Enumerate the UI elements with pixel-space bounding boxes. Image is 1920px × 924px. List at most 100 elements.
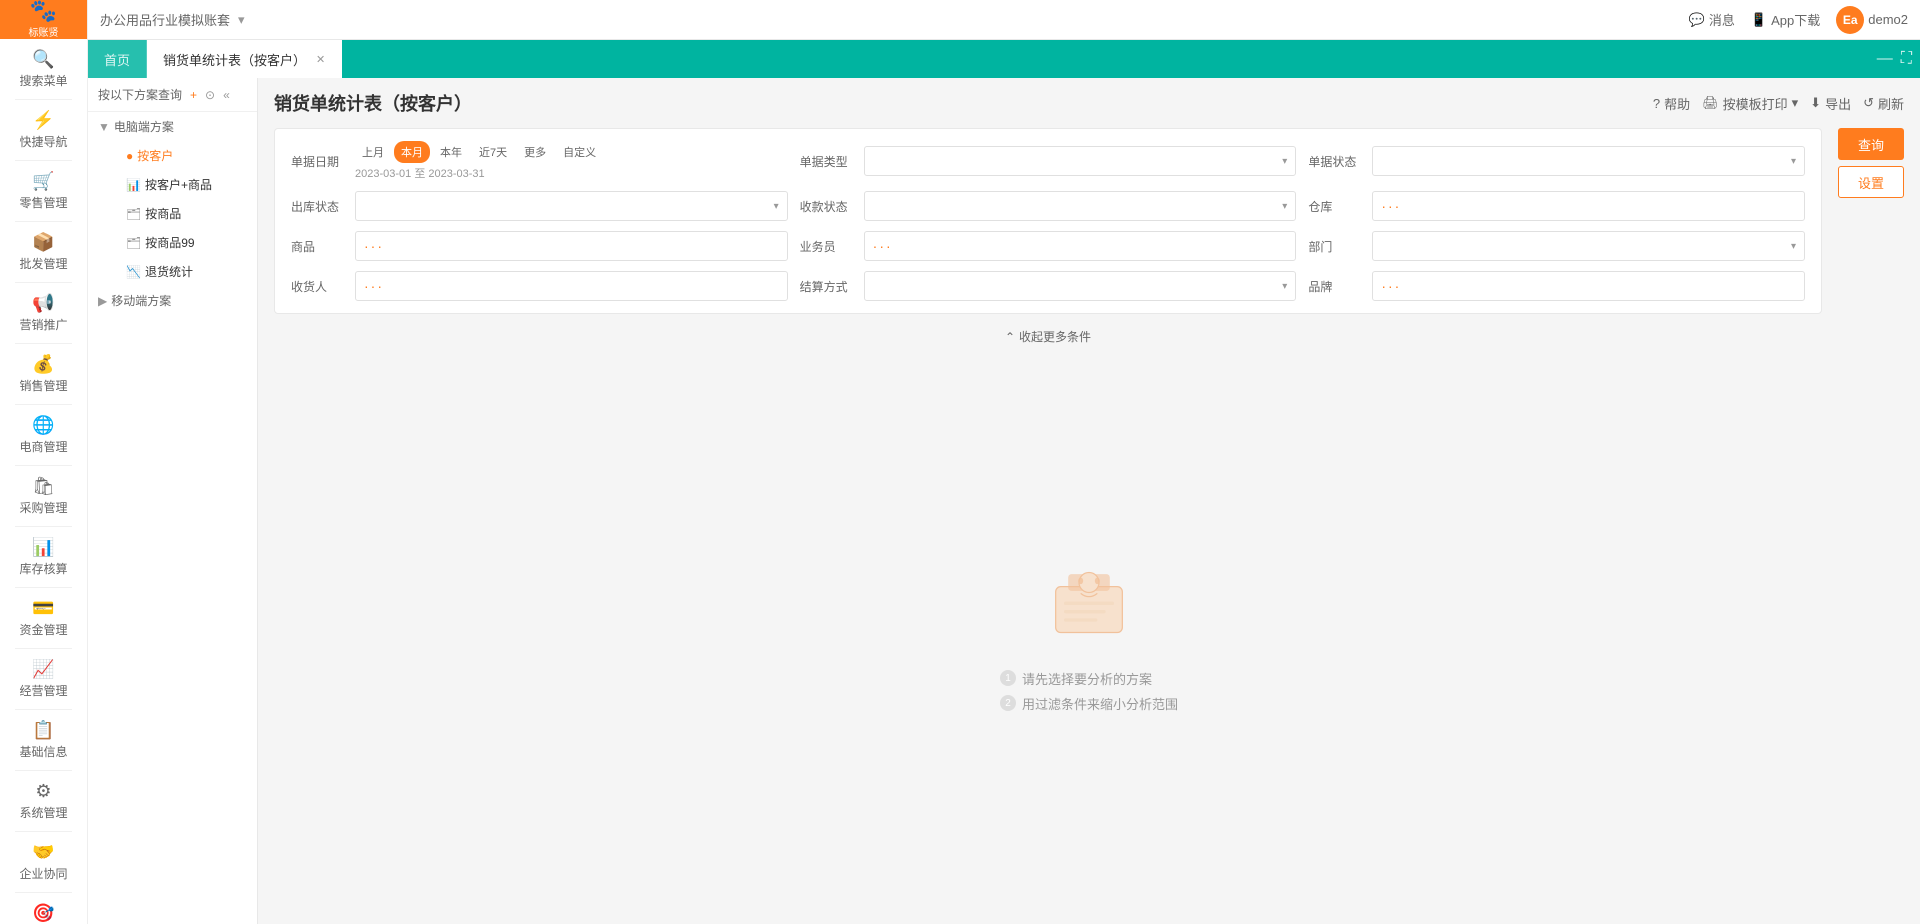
payment-status-label: 收款状态 <box>800 198 856 215</box>
sidebar-item-label: 快捷导航 <box>19 135 67 149</box>
sidebar-item-system[interactable]: ⚙系统管理 <box>15 771 71 832</box>
main-area: 办公用品行业模拟账套 ▾ 💬 消息 📱 App下载 Ea demo2 首页 销货… <box>88 0 1920 924</box>
message-label: 消息 <box>1709 10 1735 29</box>
user-nav-item[interactable]: Ea demo2 <box>1836 6 1908 34</box>
export-action[interactable]: ⬇ 导出 <box>1810 94 1851 113</box>
purchase-icon: 🛍 <box>19 476 67 497</box>
message-icon: 💬 <box>1689 12 1705 28</box>
tab-close-icon[interactable]: ✕ <box>316 53 325 66</box>
doc-status-control[interactable]: ▾ <box>1372 146 1805 176</box>
date-btn-7days[interactable]: 近7天 <box>472 141 514 163</box>
query-button[interactable]: 查询 <box>1838 128 1904 160</box>
app-name: 办公用品行业模拟账套 <box>100 10 230 29</box>
receiver-dots: ··· <box>364 278 384 294</box>
filter-department: 部门 ▾ <box>1308 231 1805 261</box>
page-title: 销货单统计表（按客户） <box>274 90 472 116</box>
sidebar-item-operation[interactable]: 📈经营管理 <box>15 649 71 710</box>
scheme-by-goods99[interactable]: 🗂 按商品99 <box>110 228 257 257</box>
help-action[interactable]: ? 帮助 <box>1653 94 1690 113</box>
filter-settlement: 结算方式 ▾ <box>800 271 1297 301</box>
scheme-return-stat[interactable]: 📉 退货统计 <box>110 257 257 286</box>
salesperson-control[interactable]: ··· <box>864 231 1297 261</box>
sidebar-item-purchase[interactable]: 🛍 采购管理 <box>15 466 71 527</box>
sidebar-item-quick-nav[interactable]: ⚡快捷导航 <box>15 100 71 161</box>
department-control[interactable]: ▾ <box>1372 231 1805 261</box>
sidebar-item-retail[interactable]: 🛒零售管理 <box>15 161 71 222</box>
scheme-by-customer[interactable]: ● 按客户 <box>110 141 257 170</box>
out-status-chevron: ▾ <box>774 201 779 212</box>
sidebar-item-label: 系统管理 <box>19 806 67 820</box>
goods-dots: ··· <box>364 238 384 254</box>
sidebar-item-inventory[interactable]: 📊库存核算 <box>15 527 71 588</box>
tab-sales-stat[interactable]: 销货单统计表（按客户） ✕ <box>147 40 342 78</box>
window-restore-icon[interactable]: ⛶ <box>1901 50 1912 68</box>
warehouse-label: 仓库 <box>1308 198 1364 215</box>
out-status-control[interactable]: ▾ <box>355 191 788 221</box>
doc-type-chevron: ▾ <box>1282 156 1287 167</box>
collapse-panel-icon[interactable]: « <box>223 88 230 102</box>
collapse-bar[interactable]: ⌃ 收起更多条件 <box>274 322 1822 351</box>
mobile-icon: 📱 <box>1751 12 1767 28</box>
doc-type-control[interactable]: ▾ <box>864 146 1297 176</box>
goods-control[interactable]: ··· <box>355 231 788 261</box>
sidebar-item-sales[interactable]: 💰销售管理 <box>15 344 71 405</box>
date-btn-custom[interactable]: 自定义 <box>556 141 603 163</box>
filter-row-4: 收货人 ··· 结算方式 ▾ <box>291 271 1805 301</box>
retail-icon: 🛒 <box>19 171 67 192</box>
sidebar-item-label: 采购管理 <box>19 501 67 515</box>
sidebar-item-label: 搜索菜单 <box>19 74 67 88</box>
filter-main: 单据日期 上月 本月 本年 近7天 更多 自定义 <box>274 128 1822 351</box>
filter-receiver: 收货人 ··· <box>291 271 788 301</box>
out-status-label: 出库状态 <box>291 198 347 215</box>
app-dropdown-icon[interactable]: ▾ <box>238 12 245 28</box>
sidebar-item-search-menu[interactable]: 🔍搜索菜单 <box>15 39 71 100</box>
print-action[interactable]: 🖨 按模板打印 ▾ <box>1702 94 1798 113</box>
settings-button[interactable]: 设置 <box>1838 166 1904 198</box>
desktop-scheme-group[interactable]: ▼ 电脑端方案 <box>88 112 257 141</box>
sidebar-item-enterprise[interactable]: 🤝企业协同 <box>15 832 71 893</box>
mobile-scheme-group[interactable]: ▶ 移动端方案 <box>88 286 257 315</box>
print-dropdown-icon[interactable]: ▾ <box>1792 95 1799 111</box>
settlement-control[interactable]: ▾ <box>864 271 1297 301</box>
settlement-chevron: ▾ <box>1282 281 1287 292</box>
app-download-nav-item[interactable]: 📱 App下载 <box>1751 10 1820 29</box>
warehouse-control[interactable]: ··· <box>1372 191 1805 221</box>
refresh-action[interactable]: ↺ 刷新 <box>1863 94 1904 113</box>
logo-text: 标账贤 <box>29 24 59 39</box>
date-btn-last-month[interactable]: 上月 <box>355 141 391 163</box>
filter-salesperson: 业务员 ··· <box>800 231 1297 261</box>
scheme-query-label: 按以下方案查询 <box>98 86 182 103</box>
scheme-by-goods[interactable]: 🗂 按商品 <box>110 199 257 228</box>
refresh-label: 刷新 <box>1878 94 1904 113</box>
date-btn-more[interactable]: 更多 <box>517 141 553 163</box>
tab-home[interactable]: 首页 <box>88 40 147 78</box>
date-quick-btns: 上月 本月 本年 近7天 更多 自定义 <box>355 141 788 163</box>
salesperson-dots: ··· <box>873 238 893 254</box>
scheme-settings-icon[interactable]: ⊙ <box>205 88 215 102</box>
page-actions: ? 帮助 🖨 按模板打印 ▾ ⬇ 导出 ↺ 刷新 <box>1653 94 1904 113</box>
receiver-control[interactable]: ··· <box>355 271 788 301</box>
brand-control[interactable]: ··· <box>1372 271 1805 301</box>
scheme-label: 按客户 <box>137 147 173 164</box>
scheme-icon: ● <box>126 149 133 163</box>
sidebar-item-finance[interactable]: 💳资金管理 <box>15 588 71 649</box>
doc-status-chevron: ▾ <box>1791 156 1796 167</box>
scheme-by-customer-goods[interactable]: 📊 按客户+商品 <box>110 170 257 199</box>
window-minimize-icon[interactable]: — <box>1877 50 1893 68</box>
date-btn-this-month[interactable]: 本月 <box>394 141 430 163</box>
message-nav-item[interactable]: 💬 消息 <box>1689 10 1735 29</box>
add-scheme-icon[interactable]: + <box>190 88 197 102</box>
right-content: 销货单统计表（按客户） ? 帮助 🖨 按模板打印 ▾ ⬇ 导出 <box>258 78 1920 924</box>
filter-warehouse: 仓库 ··· <box>1308 191 1805 221</box>
tab-bar-actions: — ⛶ <box>1877 50 1920 68</box>
sidebar-item-ecommerce[interactable]: 🌐电商管理 <box>15 405 71 466</box>
group-expand-icon: ▶ <box>98 294 107 308</box>
sidebar-item-newbie[interactable]: 🎯新手引导 <box>15 893 71 924</box>
sidebar-item-marketing[interactable]: 📢营销推广 <box>15 283 71 344</box>
sidebar-item-basic[interactable]: 📋基础信息 <box>15 710 71 771</box>
sidebar-item-wholesale[interactable]: 📦批发管理 <box>15 222 71 283</box>
content: 按以下方案查询 + ⊙ « ▼ 电脑端方案 ● 按客户 📊 按客户+商品 <box>88 78 1920 924</box>
payment-status-control[interactable]: ▾ <box>864 191 1297 221</box>
date-btn-this-year[interactable]: 本年 <box>433 141 469 163</box>
doc-status-label: 单据状态 <box>1308 153 1364 170</box>
